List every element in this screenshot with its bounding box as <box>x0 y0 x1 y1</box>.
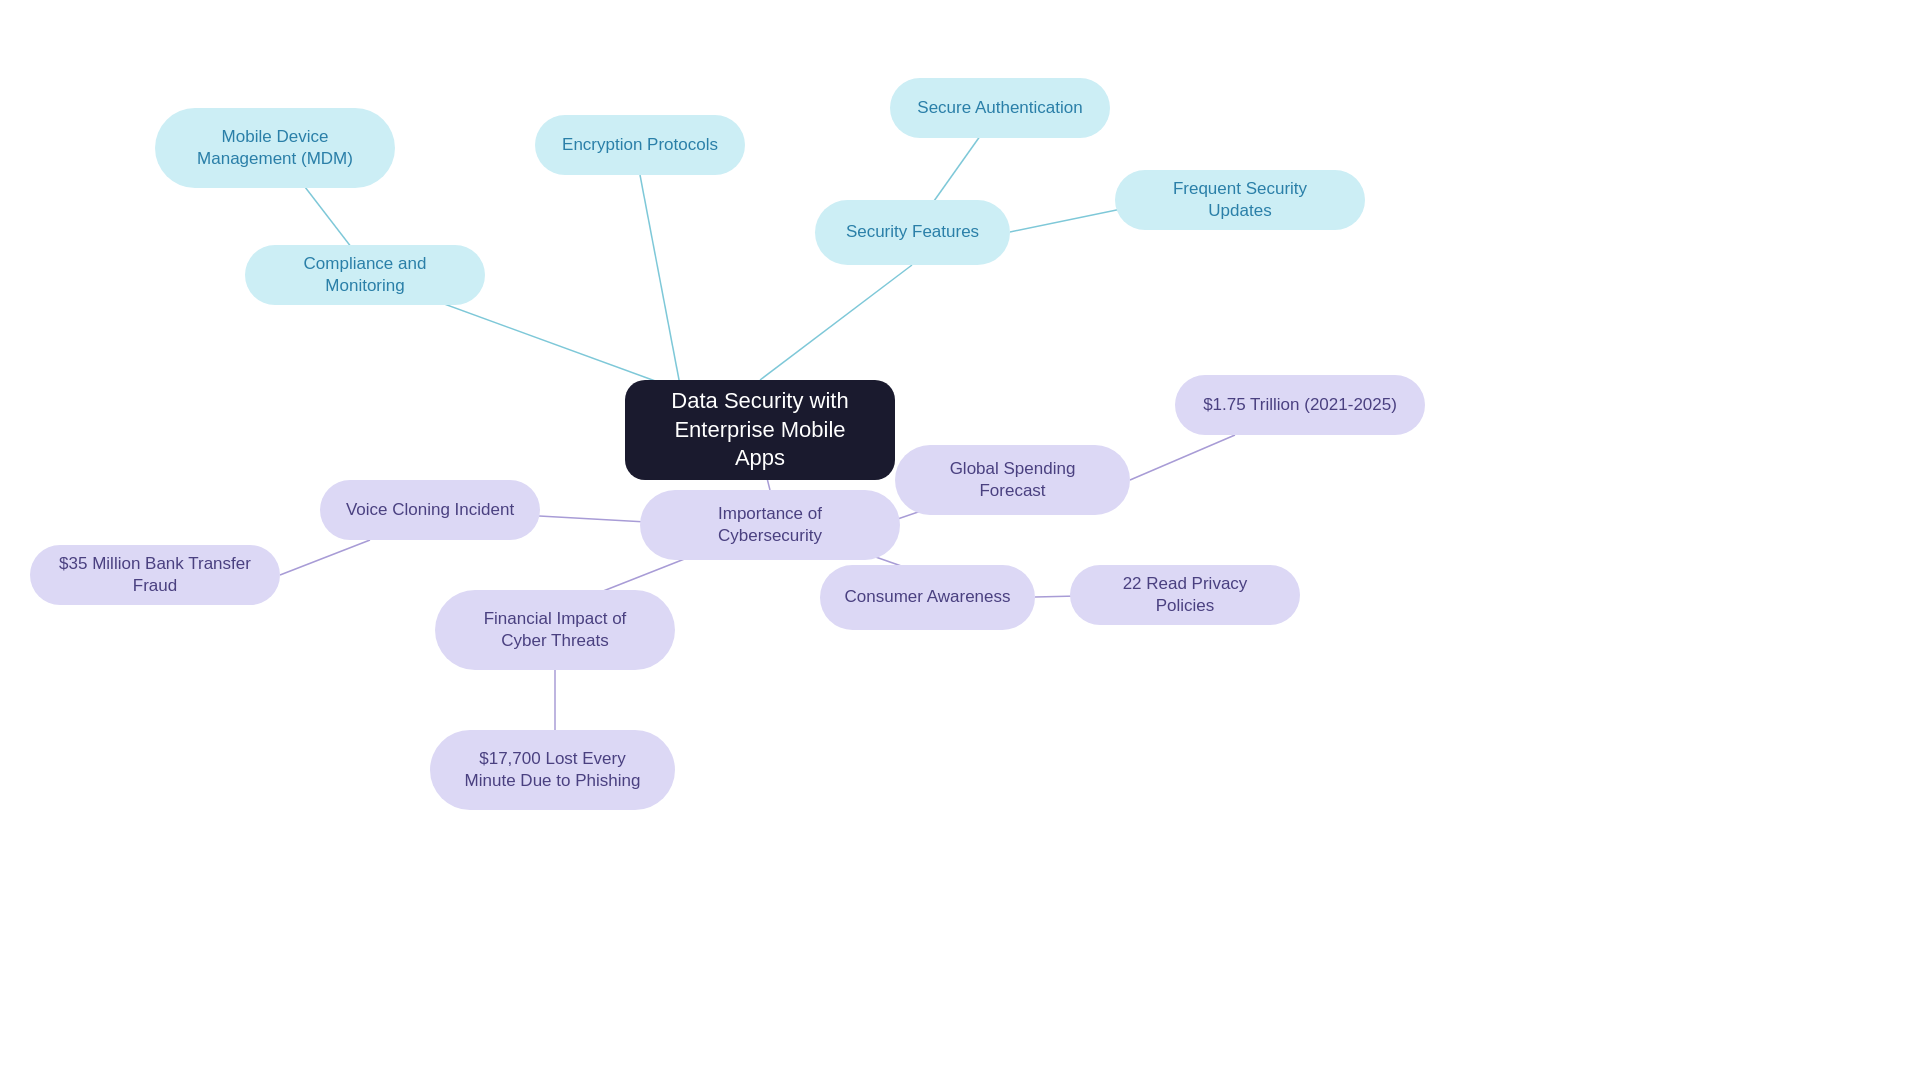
global-spending-node: Global Spending Forecast <box>895 445 1130 515</box>
financial-impact-node: Financial Impact of Cyber Threats <box>435 590 675 670</box>
phishing-node: $17,700 Lost Every Minute Due to Phishin… <box>430 730 675 810</box>
svg-line-12 <box>1130 435 1235 480</box>
bank-fraud-node: $35 Million Bank Transfer Fraud <box>30 545 280 605</box>
voice-cloning-node: Voice Cloning Incident <box>320 480 540 540</box>
svg-line-8 <box>280 540 370 575</box>
compliance-node: Compliance and Monitoring <box>245 245 485 305</box>
freq-updates-node: Frequent Security Updates <box>1115 170 1365 230</box>
security-features-node: Security Features <box>815 200 1010 265</box>
center-label: Data Security with Enterprise Mobile App… <box>649 387 871 473</box>
trillion-node: $1.75 Trillion (2021-2025) <box>1175 375 1425 435</box>
svg-line-2 <box>640 175 680 385</box>
encryption-node: Encryption Protocols <box>535 115 745 175</box>
consumer-awareness-node: Consumer Awareness <box>820 565 1035 630</box>
privacy-policies-node: 22 Read Privacy Policies <box>1070 565 1300 625</box>
center-node: Data Security with Enterprise Mobile App… <box>625 380 895 480</box>
svg-line-3 <box>760 265 912 380</box>
cybersecurity-node: Importance of Cybersecurity <box>640 490 900 560</box>
mobile-device-mgmt-node: Mobile Device Management (MDM) <box>155 108 395 188</box>
secure-auth-node: Secure Authentication <box>890 78 1110 138</box>
